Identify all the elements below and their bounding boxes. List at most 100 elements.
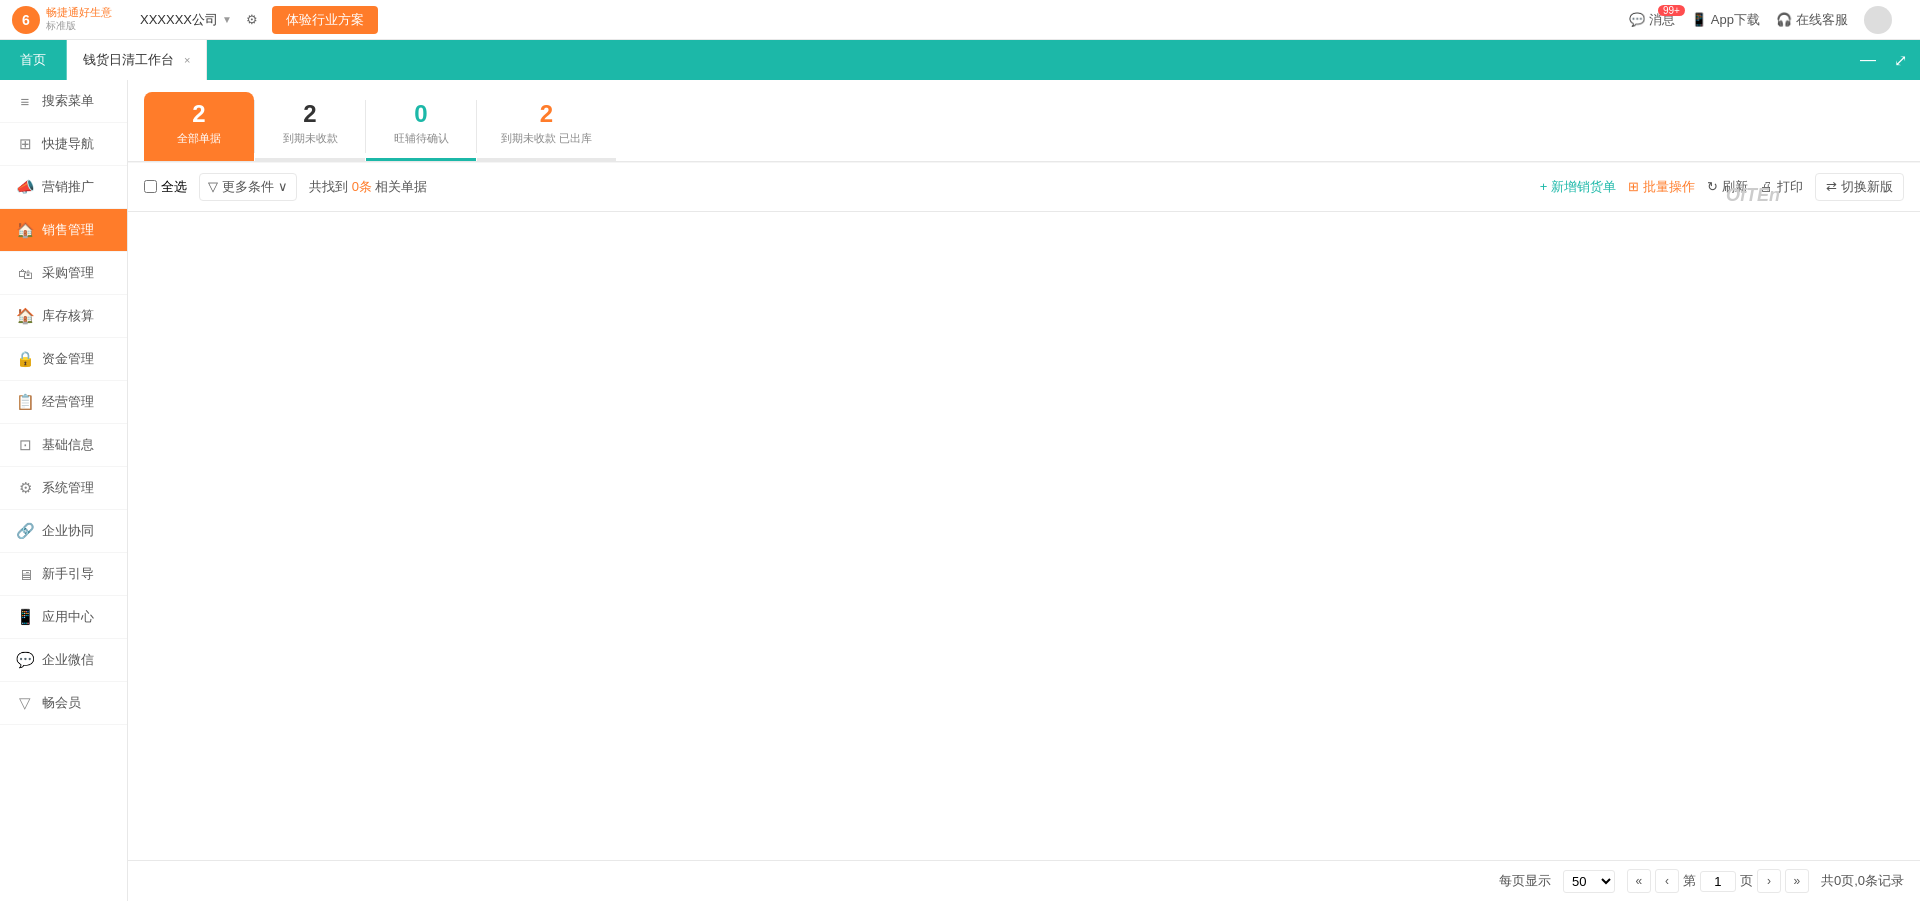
app-download-button[interactable]: 📱 App下载 — [1691, 11, 1760, 29]
sidebar-guide-label: 新手引导 — [42, 565, 94, 583]
tabbar-actions: — ⤢ — [1856, 48, 1920, 72]
tab-active-label: 钱货日清工作台 — [83, 51, 174, 69]
print-button[interactable]: 🖨 打印 — [1760, 178, 1803, 196]
found-text: 共找到 0条 相关单据 — [309, 178, 427, 196]
search-icon: ≡ — [16, 93, 34, 110]
message-badge: 99+ — [1658, 5, 1685, 16]
sidebar-item-guide[interactable]: 🖥 新手引导 — [0, 553, 127, 596]
trial-button[interactable]: 体验行业方案 — [272, 6, 378, 34]
select-all-label: 全选 — [161, 178, 187, 196]
sales-icon: 🏠 — [16, 221, 34, 239]
topbar-left: 6 畅捷通好生意 标准版 XXXXXX公司 ▼ ⚙ 体验行业方案 — [12, 6, 378, 34]
member-icon: ▽ — [16, 694, 34, 712]
settings-icon[interactable]: ⚙ — [240, 8, 264, 32]
sidebar-item-wechat[interactable]: 💬 企业微信 — [0, 639, 127, 682]
sidebar-item-system[interactable]: ⚙ 系统管理 — [0, 467, 127, 510]
message-button[interactable]: 💬 消息 99+ — [1629, 11, 1675, 29]
sidebar-marketing-label: 营销推广 — [42, 178, 94, 196]
stat-tab-all[interactable]: 2 全部单据 — [144, 92, 254, 161]
filter-button[interactable]: ▽ 更多条件 ∨ — [199, 173, 297, 201]
stat-tab-overdue[interactable]: 2 到期未收款 — [255, 92, 365, 161]
sidebar-quick-nav-label: 快捷导航 — [42, 135, 94, 153]
logo-text: 畅捷通好生意 — [46, 6, 112, 19]
next-page-button[interactable]: › — [1757, 869, 1781, 893]
filter-label: 更多条件 — [222, 178, 274, 196]
logo-text-area: 畅捷通好生意 标准版 — [46, 6, 112, 33]
first-page-button[interactable]: « — [1627, 869, 1651, 893]
sidebar-item-quick-nav[interactable]: ⊞ 快捷导航 — [0, 123, 127, 166]
sidebar-item-inventory[interactable]: 🏠 库存核算 — [0, 295, 127, 338]
sidebar-item-finance[interactable]: 🔒 资金管理 — [0, 338, 127, 381]
sidebar-item-marketing[interactable]: 📣 营销推广 — [0, 166, 127, 209]
page-suffix: 页 — [1740, 872, 1753, 890]
minimize-icon[interactable]: — — [1856, 48, 1880, 72]
sidebar-item-operations[interactable]: 📋 经营管理 — [0, 381, 127, 424]
app-label: App下载 — [1711, 11, 1760, 29]
prev-page-button[interactable]: ‹ — [1655, 869, 1679, 893]
sidebar-inventory-label: 库存核算 — [42, 307, 94, 325]
stat-overdue-number: 2 — [303, 100, 316, 129]
sidebar-finance-label: 资金管理 — [42, 350, 94, 368]
per-page-label: 每页显示 — [1499, 872, 1551, 890]
page-input[interactable] — [1700, 871, 1736, 892]
avatar[interactable] — [1864, 6, 1892, 34]
online-service-button[interactable]: 🎧 在线客服 — [1776, 11, 1848, 29]
footer: 每页显示 50 20 100 « ‹ 第 页 › » 共0页,0条记录 — [128, 860, 1920, 901]
cooperation-icon: 🔗 — [16, 522, 34, 540]
batch-label: 批量操作 — [1643, 178, 1695, 196]
filter-chevron-icon: ∨ — [278, 179, 288, 194]
sidebar-item-search[interactable]: ≡ 搜索菜单 — [0, 80, 127, 123]
sidebar-cooperation-label: 企业协同 — [42, 522, 94, 540]
quick-nav-icon: ⊞ — [16, 135, 34, 153]
stat-wangwang-number: 0 — [414, 100, 427, 129]
refresh-icon: ↻ — [1707, 179, 1718, 194]
guide-icon: 🖥 — [16, 566, 34, 583]
stat-overdue-label: 到期未收款 — [283, 131, 338, 146]
finance-icon: 🔒 — [16, 350, 34, 368]
sidebar-item-basic-info[interactable]: ⊡ 基础信息 — [0, 424, 127, 467]
print-label: 打印 — [1777, 178, 1803, 196]
stat-all-number: 2 — [192, 100, 205, 129]
select-all-checkbox[interactable]: 全选 — [144, 178, 187, 196]
stat-tab-wangwang[interactable]: 0 旺辅待确认 — [366, 92, 476, 161]
tab-home[interactable]: 首页 — [0, 40, 67, 80]
refresh-label: 刷新 — [1722, 178, 1748, 196]
toolbar-left: 全选 ▽ 更多条件 ∨ 共找到 0条 相关单据 — [144, 173, 427, 201]
table-area — [128, 212, 1920, 860]
sidebar-item-cooperation[interactable]: 🔗 企业协同 — [0, 510, 127, 553]
app-center-icon: 📱 — [16, 608, 34, 626]
switch-version-button[interactable]: ⇄ 切换新版 — [1815, 173, 1904, 201]
filter-icon: ▽ — [208, 179, 218, 194]
sidebar-member-label: 畅会员 — [42, 694, 81, 712]
select-all-input[interactable] — [144, 180, 157, 193]
new-order-button[interactable]: + 新增销货单 — [1540, 178, 1616, 196]
maximize-icon[interactable]: ⤢ — [1888, 48, 1912, 72]
message-icon: 💬 — [1629, 12, 1645, 27]
batch-icon: ⊞ — [1628, 179, 1639, 194]
sidebar-item-purchase[interactable]: 🛍 采购管理 — [0, 252, 127, 295]
print-icon: 🖨 — [1760, 179, 1773, 194]
inventory-icon: 🏠 — [16, 307, 34, 325]
company-selector[interactable]: XXXXXX公司 ▼ — [140, 11, 232, 29]
refresh-button[interactable]: ↻ 刷新 — [1707, 178, 1748, 196]
stat-tab-overdue-out[interactable]: 2 到期未收款 已出库 — [477, 92, 616, 161]
sidebar-item-member[interactable]: ▽ 畅会员 — [0, 682, 127, 725]
service-icon: 🎧 — [1776, 12, 1792, 27]
sidebar-operations-label: 经营管理 — [42, 393, 94, 411]
sidebar-item-sales[interactable]: 🏠 销售管理 — [0, 209, 127, 252]
page-nav: « ‹ 第 页 › » — [1627, 869, 1809, 893]
batch-button[interactable]: ⊞ 批量操作 — [1628, 178, 1695, 196]
stat-overdue-out-label: 到期未收款 已出库 — [501, 131, 592, 146]
sidebar-item-app-center[interactable]: 📱 应用中心 — [0, 596, 127, 639]
content-area: 2 全部单据 2 到期未收款 0 旺辅待确认 2 到期未收款 已出库 — [128, 80, 1920, 901]
wechat-icon: 💬 — [16, 651, 34, 669]
last-page-button[interactable]: » — [1785, 869, 1809, 893]
per-page-select[interactable]: 50 20 100 — [1563, 870, 1615, 893]
sidebar-search-label: 搜索菜单 — [42, 92, 94, 110]
chevron-down-icon: ▼ — [222, 14, 232, 25]
tab-close-icon[interactable]: × — [184, 54, 190, 66]
purchase-icon: 🛍 — [16, 265, 34, 282]
toolbar: 全选 ▽ 更多条件 ∨ 共找到 0条 相关单据 + 新增销货单 ⊞ 批量操作 — [128, 163, 1920, 212]
company-name: XXXXXX公司 — [140, 11, 218, 29]
tab-active[interactable]: 钱货日清工作台 × — [67, 40, 207, 80]
